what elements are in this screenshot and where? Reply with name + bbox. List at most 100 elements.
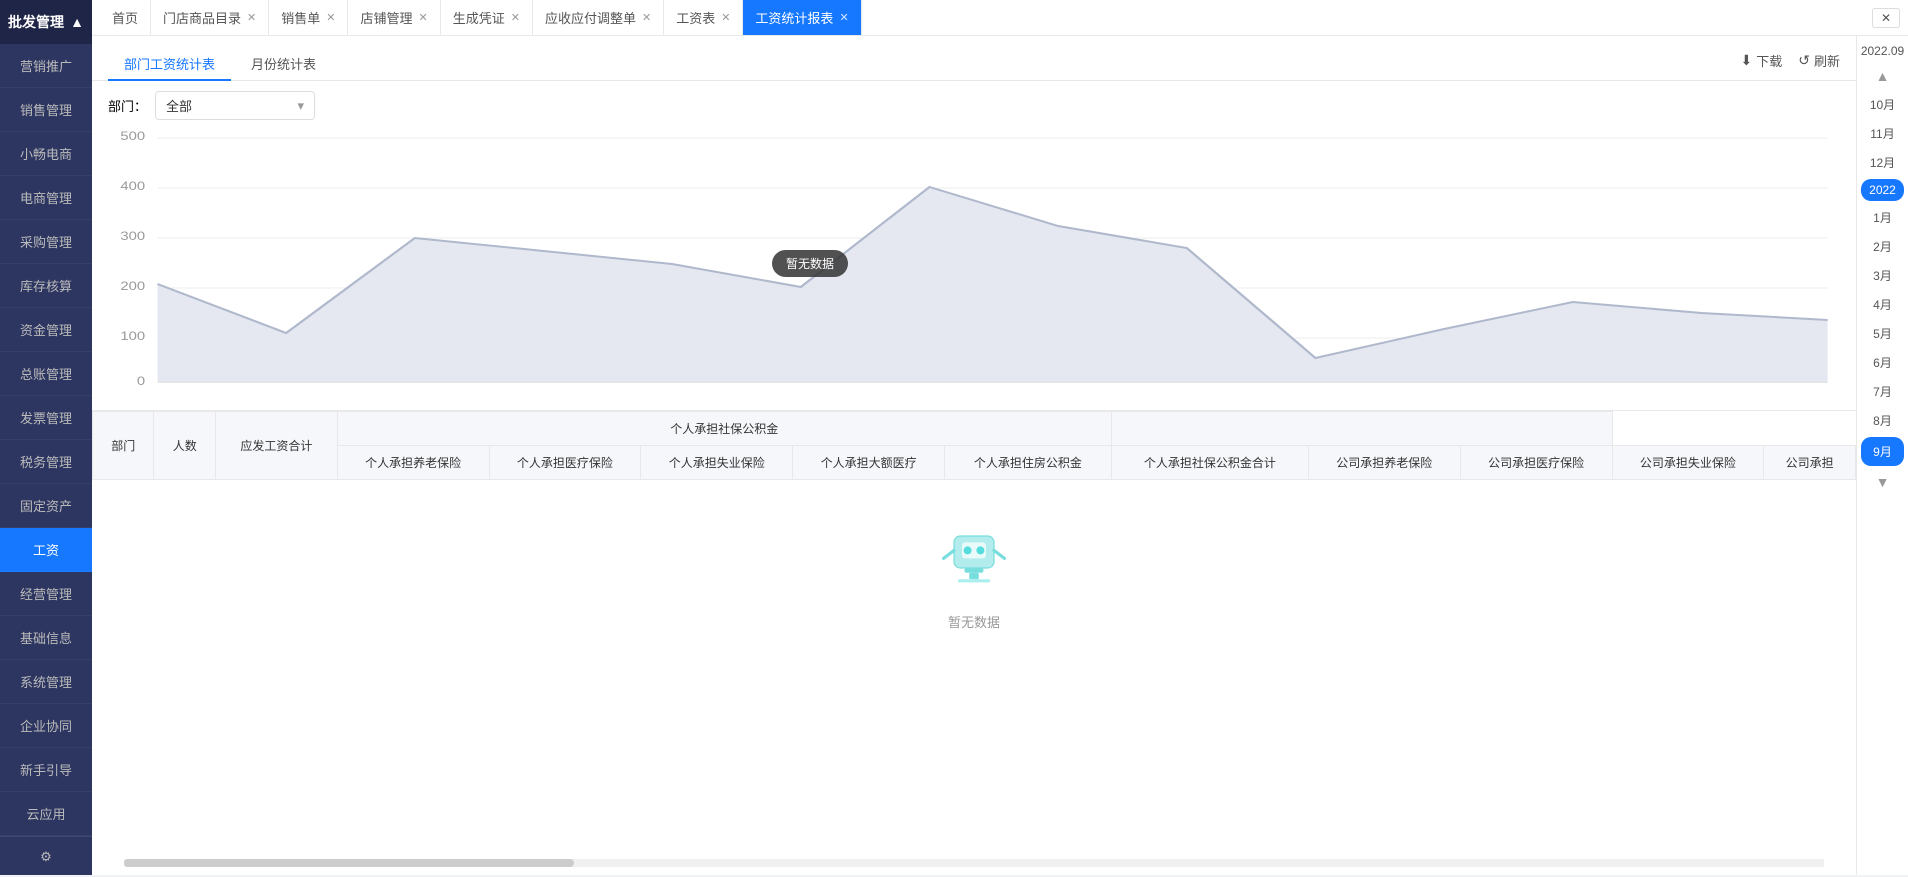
empty-illustration	[934, 520, 1014, 600]
th-personal-housing: 个人承担住房公积金	[944, 446, 1111, 480]
sidebar-item-invoice[interactable]: 发票管理	[0, 396, 92, 440]
th-personal-medical: 个人承担医疗保险	[489, 446, 641, 480]
date-oct[interactable]: 10月	[1857, 90, 1908, 119]
date-nav-up[interactable]: ▲	[1869, 62, 1897, 90]
sidebar-item-system[interactable]: 系统管理	[0, 660, 92, 704]
th-company-medical: 公司承担医疗保险	[1460, 446, 1612, 480]
tab-close-payroll-sheet[interactable]: ✕	[721, 11, 730, 24]
date-jan[interactable]: 1月	[1857, 203, 1908, 232]
date-jun[interactable]: 6月	[1857, 348, 1908, 377]
sidebar-item-inventory[interactable]: 库存核算	[0, 264, 92, 308]
date-dec[interactable]: 12月	[1857, 148, 1908, 177]
th-company-other: 公司承担	[1764, 446, 1856, 480]
sidebar-title: 批发管理	[8, 12, 64, 32]
svg-text:500: 500	[120, 130, 145, 143]
date-mar[interactable]: 3月	[1857, 261, 1908, 290]
sidebar-item-basic-info[interactable]: 基础信息	[0, 616, 92, 660]
th-total-salary: 应发工资合计	[215, 412, 337, 480]
sidebar-item-cloud[interactable]: 云应用	[0, 792, 92, 836]
download-icon: ⬇	[1741, 52, 1753, 69]
th-dept: 部门	[93, 412, 154, 480]
th-company-insurance	[1111, 412, 1612, 446]
date-year-2022[interactable]: 2022	[1861, 179, 1904, 201]
chart-container: 500 400 300 200 100 0	[92, 130, 1856, 410]
svg-text:400: 400	[120, 179, 145, 192]
date-apr[interactable]: 4月	[1857, 290, 1908, 319]
horizontal-scrollbar[interactable]	[124, 859, 1824, 867]
tab-home[interactable]: 首页	[100, 0, 151, 36]
tab-close-ar-ap[interactable]: ✕	[642, 11, 651, 24]
sidebar-settings[interactable]: ⚙	[0, 836, 92, 877]
date-aug[interactable]: 8月	[1857, 406, 1908, 435]
th-personal-pension: 个人承担养老保险	[337, 446, 489, 480]
tab-payroll-report[interactable]: 工资统计报表 ✕	[743, 0, 861, 36]
date-feb[interactable]: 2月	[1857, 232, 1908, 261]
tab-bar-actions: ✕	[1872, 8, 1900, 28]
date-sep[interactable]: 9月	[1861, 437, 1904, 466]
sidebar-toggle-icon: ▲	[70, 14, 84, 30]
sidebar-item-newbie[interactable]: 新手引导	[0, 748, 92, 792]
main-area: 首页 门店商品目录 ✕ 销售单 ✕ 店铺管理 ✕ 生成凭证 ✕ 应收应付调整单 …	[92, 0, 1908, 875]
svg-text:0: 0	[137, 374, 145, 387]
th-count: 人数	[154, 412, 215, 480]
date-year-display: 2022.09	[1857, 40, 1908, 62]
sidebar-item-finance[interactable]: 资金管理	[0, 308, 92, 352]
th-personal-insurance: 个人承担社保公积金	[337, 412, 1111, 446]
date-jul[interactable]: 7月	[1857, 377, 1908, 406]
chart-area	[157, 187, 1827, 382]
sidebar-item-operations[interactable]: 经营管理	[0, 572, 92, 616]
th-company-pension: 公司承担养老保险	[1308, 446, 1460, 480]
th-personal-major-medical: 个人承担大额医疗	[793, 446, 945, 480]
line-chart: 500 400 300 200 100 0	[108, 130, 1840, 390]
svg-text:200: 200	[120, 279, 145, 292]
refresh-icon: ↺	[1798, 52, 1810, 69]
tab-ar-ap[interactable]: 应收应付调整单 ✕	[533, 0, 664, 36]
th-personal-total: 个人承担社保公积金合计	[1111, 446, 1308, 480]
sidebar-header[interactable]: 批发管理 ▲	[0, 0, 92, 44]
tab-payroll-sheet[interactable]: 工资表 ✕	[664, 0, 743, 36]
sub-tab-dept[interactable]: 部门工资统计表	[108, 48, 231, 81]
svg-text:100: 100	[120, 329, 145, 342]
scrollbar-thumb[interactable]	[124, 859, 574, 867]
tab-store-catalog[interactable]: 门店商品目录 ✕	[151, 0, 269, 36]
filter-left: 部门： 全部 ▾	[108, 91, 315, 120]
sidebar-item-enterprise[interactable]: 企业协同	[0, 704, 92, 748]
content-area: 部门工资统计表 月份统计表 ⬇ 下载 ↺ 刷新	[92, 36, 1908, 875]
sub-tab-month[interactable]: 月份统计表	[235, 48, 332, 81]
scrollbar-container	[92, 855, 1856, 875]
dept-select[interactable]: 全部 ▾	[155, 91, 315, 120]
tab-close-store-catalog[interactable]: ✕	[247, 11, 256, 24]
tab-sales-order[interactable]: 销售单 ✕	[269, 0, 348, 36]
sidebar-item-tax[interactable]: 税务管理	[0, 440, 92, 484]
date-may[interactable]: 5月	[1857, 319, 1908, 348]
sidebar: 批发管理 ▲ 营销推广 销售管理 小畅电商 电商管理 采购管理 库存核算 资金管…	[0, 0, 92, 875]
download-button[interactable]: ⬇ 下载	[1741, 51, 1783, 70]
refresh-button[interactable]: ↺ 刷新	[1798, 51, 1840, 70]
tab-close-store-mgmt[interactable]: ✕	[419, 11, 428, 24]
payroll-table: 部门 人数 应发工资合计 个人承担社保公积金 个人承担养老保险 个人承担医疗保险…	[92, 411, 1856, 480]
sidebar-item-marketing[interactable]: 营销推广	[0, 44, 92, 88]
dept-label: 部门：	[108, 96, 147, 115]
date-nav-down[interactable]: ▼	[1869, 468, 1897, 496]
tab-close-sales-order[interactable]: ✕	[326, 11, 335, 24]
sidebar-item-ecommerce[interactable]: 电商管理	[0, 176, 92, 220]
filter-row: 部门： 全部 ▾	[92, 81, 1856, 130]
sidebar-item-purchase[interactable]: 采购管理	[0, 220, 92, 264]
sidebar-item-ledger[interactable]: 总账管理	[0, 352, 92, 396]
sidebar-item-ecommerce-small[interactable]: 小畅电商	[0, 132, 92, 176]
empty-state: 暂无数据	[92, 480, 1856, 671]
th-personal-unemployment: 个人承担失业保险	[641, 446, 793, 480]
dropdown-arrow-icon: ▾	[297, 98, 304, 114]
svg-text:300: 300	[120, 229, 145, 242]
close-all-button[interactable]: ✕	[1872, 8, 1900, 28]
tab-close-payroll-report[interactable]: ✕	[839, 11, 848, 24]
date-nov[interactable]: 11月	[1857, 119, 1908, 148]
tab-bar: 首页 门店商品目录 ✕ 销售单 ✕ 店铺管理 ✕ 生成凭证 ✕ 应收应付调整单 …	[92, 0, 1908, 36]
sidebar-item-payroll[interactable]: 工资	[0, 528, 92, 572]
sidebar-item-fixed-assets[interactable]: 固定资产	[0, 484, 92, 528]
sidebar-item-sales[interactable]: 销售管理	[0, 88, 92, 132]
tab-voucher[interactable]: 生成凭证 ✕	[441, 0, 533, 36]
tab-store-mgmt[interactable]: 店铺管理 ✕	[348, 0, 440, 36]
th-company-unemployment: 公司承担失业保险	[1612, 446, 1764, 480]
tab-close-voucher[interactable]: ✕	[511, 11, 520, 24]
